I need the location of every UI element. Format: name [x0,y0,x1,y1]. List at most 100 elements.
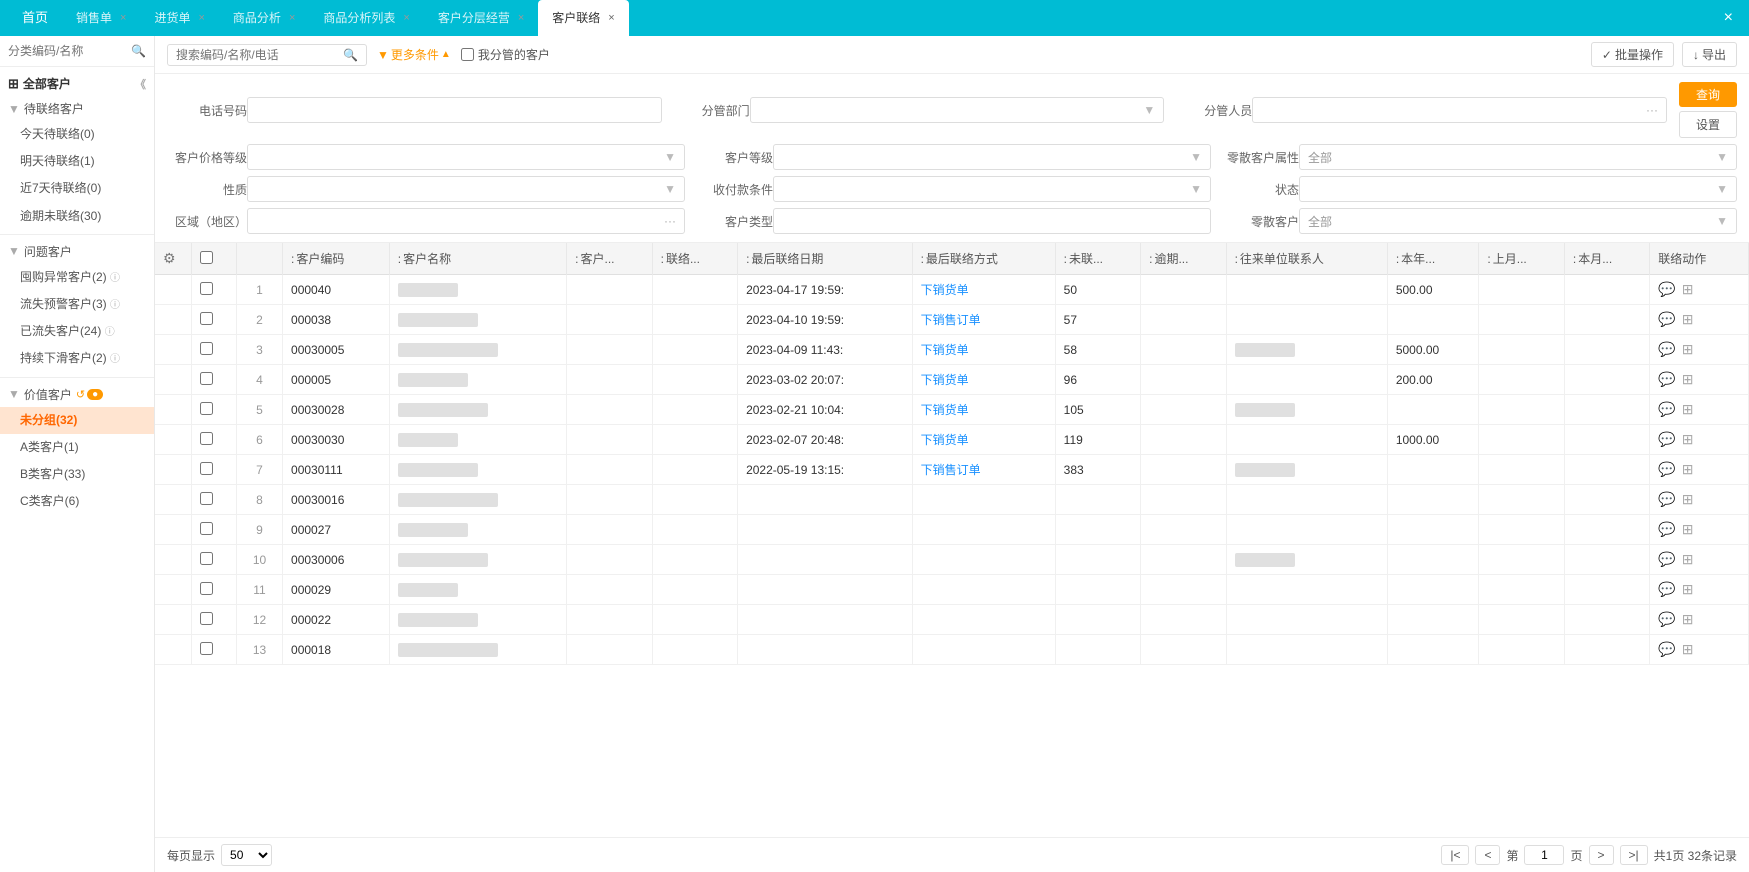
customer-level-select[interactable]: ▼ [773,144,1211,170]
chat-icon[interactable]: 💬 [1658,371,1675,388]
reset-btn[interactable]: 设置 [1679,111,1737,138]
sidebar-item-week-pending[interactable]: 近7天待联络(0) [0,175,154,202]
nav-home[interactable]: 首页 [8,0,62,36]
chat-icon[interactable]: 💬 [1658,401,1675,418]
chat-icon[interactable]: 💬 [1658,641,1675,658]
row-checkbox[interactable] [200,372,213,385]
sidebar-search-input[interactable] [8,44,127,58]
grid-action-icon[interactable]: ⊞ [1682,431,1694,448]
close-segment-tab[interactable]: × [518,0,524,36]
grid-action-icon[interactable]: ⊞ [1682,401,1694,418]
grid-action-icon[interactable]: ⊞ [1682,581,1694,598]
th-unit-contact[interactable]: : 往来单位联系人 [1226,243,1387,275]
price-level-select[interactable]: ▼ [247,144,685,170]
row-checkbox[interactable] [200,582,213,595]
value-group-label[interactable]: ▼ 价值客户 ↺ ● [0,382,154,407]
close-contact-tab[interactable]: × [608,0,614,36]
grid-action-icon[interactable]: ⊞ [1682,281,1694,298]
grid-action-icon[interactable]: ⊞ [1682,611,1694,628]
status-select[interactable]: ▼ [1299,176,1737,202]
filter-search-input[interactable] [176,48,339,62]
batch-operation-btn[interactable]: ✓ 批量操作 [1591,42,1674,67]
last-page-btn[interactable]: >| [1620,845,1648,865]
page-size-select[interactable]: 50 20 100 [221,844,272,866]
sidebar-collapse-btn[interactable]: 《 [135,76,146,92]
settings-icon[interactable]: ⚙ [163,250,176,266]
chat-icon[interactable]: 💬 [1658,311,1675,328]
grid-action-icon[interactable]: ⊞ [1682,341,1694,358]
all-customers-header[interactable]: ⊞ 全部客户 《 [0,67,154,96]
grid-action-icon[interactable]: ⊞ [1682,311,1694,328]
row-checkbox[interactable] [200,522,213,535]
select-all-checkbox[interactable] [200,251,213,264]
cell-last-method[interactable] [912,485,1055,515]
th-this-year[interactable]: : 本年... [1387,243,1479,275]
row-checkbox[interactable] [200,402,213,415]
nav-tab-customer-segment[interactable]: 客户分层经营 × [424,0,538,36]
sidebar-item-today-pending[interactable]: 今天待联络(0) [0,121,154,148]
dept-select[interactable]: ▼ [750,97,1165,123]
query-btn[interactable]: 查询 [1679,82,1737,107]
my-customers-checkbox[interactable]: 我分管的客户 [461,46,550,63]
chat-icon[interactable]: 💬 [1658,341,1675,358]
grid-action-icon[interactable]: ⊞ [1682,491,1694,508]
th-last-date[interactable]: : 最后联络日期 [738,243,913,275]
chat-icon[interactable]: 💬 [1658,551,1675,568]
gender-select[interactable]: ▼ [247,176,685,202]
pending-group-label[interactable]: ▼ 待联络客户 [0,96,154,121]
row-checkbox[interactable] [200,342,213,355]
chat-icon[interactable]: 💬 [1658,611,1675,628]
payment-select[interactable]: ▼ [773,176,1211,202]
sidebar-item-declining[interactable]: 持续下滑客户(2) ⓘ [0,345,154,372]
filter-search-icon[interactable]: 🔍 [343,48,358,62]
nav-tab-sales[interactable]: 销售单 × [62,0,140,36]
close-sales-tab[interactable]: × [120,0,126,36]
chat-icon[interactable]: 💬 [1658,281,1675,298]
prev-page-btn[interactable]: < [1475,845,1500,865]
phone-input[interactable] [247,97,662,123]
row-checkbox[interactable] [200,642,213,655]
my-customers-check[interactable] [461,48,474,61]
first-page-btn[interactable]: |< [1441,845,1469,865]
close-analysis-list-tab[interactable]: × [403,0,409,36]
sidebar-item-churn-warn[interactable]: 流失预警客户(3) ⓘ [0,291,154,318]
th-no-contact[interactable]: : 未联... [1055,243,1140,275]
export-btn[interactable]: ↓ 导出 [1682,42,1737,67]
filter-more-btn[interactable]: ▼ 更多条件 ▲ [377,46,451,63]
sidebar-item-tomorrow-pending[interactable]: 明天待联络(1) [0,148,154,175]
th-code[interactable]: : 客户编码 [283,243,390,275]
sidebar-item-c-class[interactable]: C类客户(6) [0,488,154,515]
sidebar-item-overdue[interactable]: 逾期未联络(30) [0,203,154,230]
sidebar-item-ungrouped[interactable]: 未分组(32) [0,407,154,434]
row-checkbox[interactable] [200,552,213,565]
cell-last-method[interactable] [912,545,1055,575]
sidebar-item-abnormal[interactable]: 囤购异常客户(2) ⓘ [0,264,154,291]
sidebar-search-icon[interactable]: 🔍 [131,44,146,58]
customer-type-select[interactable] [773,208,1211,234]
cell-last-method[interactable]: 下销货单 [912,425,1055,455]
cell-last-method[interactable] [912,575,1055,605]
cell-last-method[interactable]: 下销货单 [912,395,1055,425]
retail-customer-select[interactable]: 全部 ▼ [1299,208,1737,234]
chat-icon[interactable]: 💬 [1658,461,1675,478]
chat-icon[interactable]: 💬 [1658,521,1675,538]
grid-action-icon[interactable]: ⊞ [1682,371,1694,388]
th-overdue[interactable]: : 逾期... [1141,243,1226,275]
th-name[interactable]: : 客户名称 [389,243,566,275]
grid-action-icon[interactable]: ⊞ [1682,521,1694,538]
next-page-btn[interactable]: > [1589,845,1614,865]
close-analysis-tab[interactable]: × [289,0,295,36]
th-last-month[interactable]: : 上月... [1479,243,1564,275]
chat-icon[interactable]: 💬 [1658,431,1675,448]
cell-last-method[interactable]: 下销售订单 [912,305,1055,335]
row-checkbox[interactable] [200,492,213,505]
refresh-icon[interactable]: ↺ [76,388,85,401]
chat-icon[interactable]: 💬 [1658,581,1675,598]
top-close-btn[interactable]: × [1716,9,1741,26]
grid-action-icon[interactable]: ⊞ [1682,641,1694,658]
close-purchase-tab[interactable]: × [198,0,204,36]
nav-tab-purchase[interactable]: 进货单 × [140,0,218,36]
manager-input[interactable]: ··· [1252,97,1667,123]
nav-tab-analysis-list[interactable]: 商品分析列表 × [309,0,423,36]
chat-icon[interactable]: 💬 [1658,491,1675,508]
